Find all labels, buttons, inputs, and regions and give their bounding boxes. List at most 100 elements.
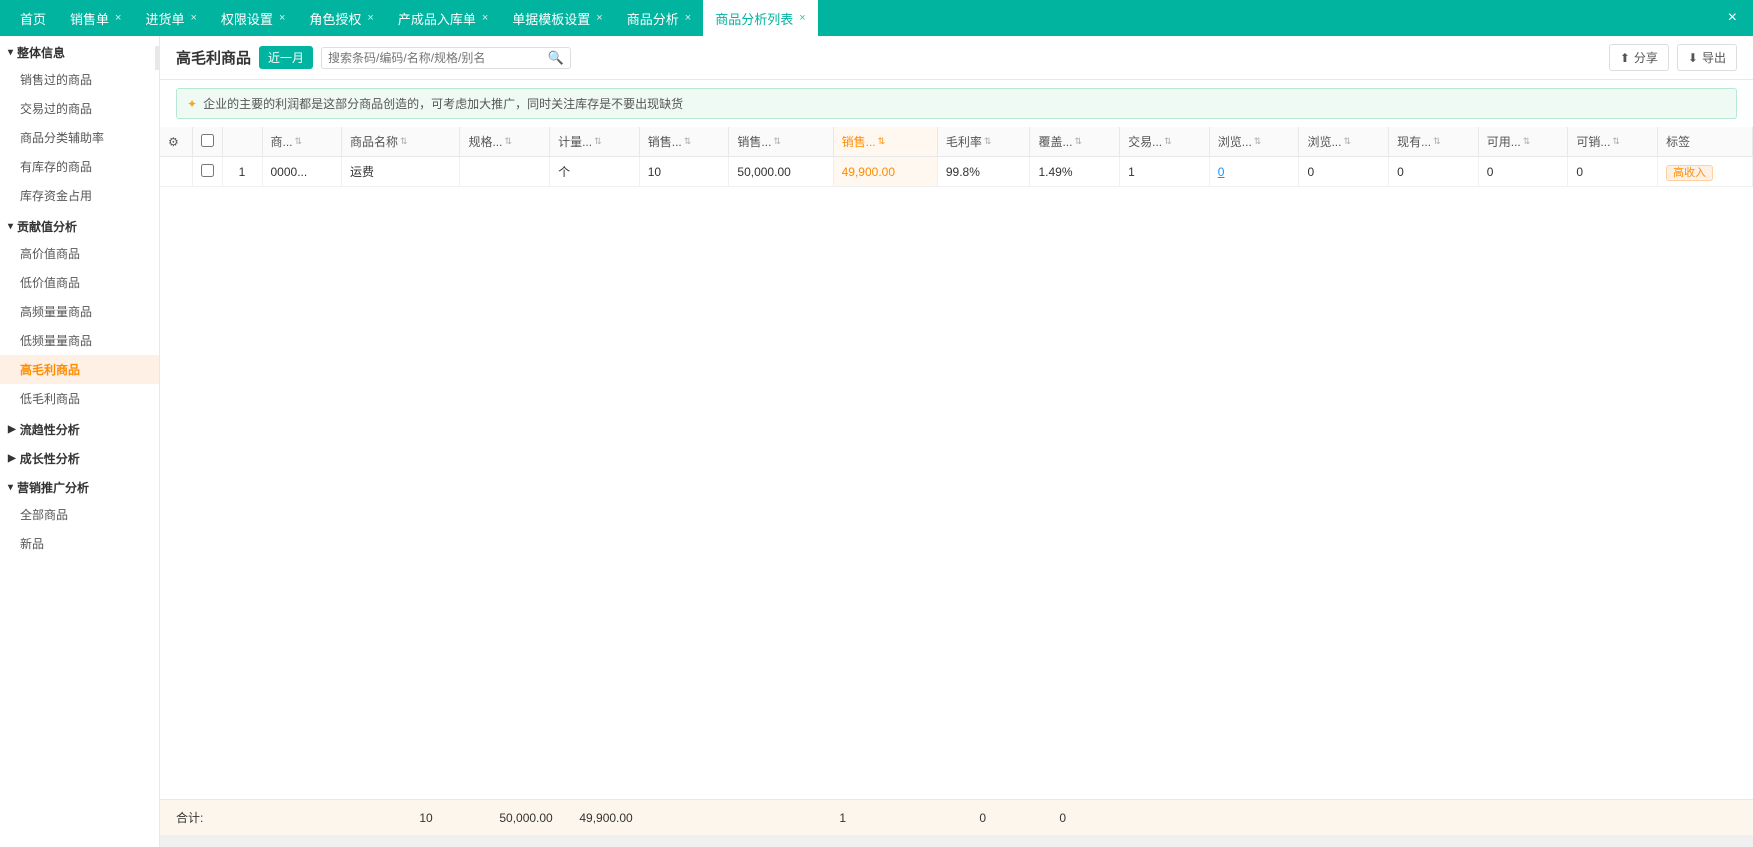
footer-cell-available: 0: [1051, 811, 1131, 825]
sort-icon-saleable[interactable]: ⇅: [1612, 136, 1620, 147]
export-button[interactable]: ⬇ 导出: [1677, 44, 1737, 71]
cell-saleable: 0: [1568, 157, 1658, 187]
page-title: 高毛利商品: [176, 47, 251, 68]
sort-icon-browse2[interactable]: ⇅: [1343, 136, 1351, 147]
col-header-spec[interactable]: 规格... ⇅: [460, 127, 550, 157]
close-tab-analysis[interactable]: ×: [685, 12, 691, 24]
sort-icon-coverage[interactable]: ⇅: [1074, 136, 1082, 147]
search-icon[interactable]: 🔍: [548, 50, 564, 66]
col-header-checkbox[interactable]: [192, 127, 222, 157]
sidebar-collapse-button[interactable]: «: [155, 46, 160, 70]
data-table-container: ⚙ 商... ⇅: [160, 127, 1753, 799]
footer-values: 10 50,000.00 49,900.00 1 0 0: [211, 811, 1737, 825]
footer-cell-sales-amount: 50,000.00: [491, 811, 571, 825]
search-box: 🔍: [321, 47, 571, 69]
sidebar-group-growth[interactable]: ▶ 成长性分析: [0, 442, 159, 471]
col-header-sales-amount[interactable]: 销售... ⇅: [729, 127, 833, 157]
sort-icon-trade[interactable]: ⇅: [1164, 136, 1172, 147]
sort-icon-current-stock[interactable]: ⇅: [1433, 136, 1441, 147]
footer-cell-empty3: [911, 811, 971, 825]
tab-analysis[interactable]: 商品分析 ×: [615, 0, 703, 36]
sidebar-group-wealth[interactable]: ▾ 贡献值分析: [0, 210, 159, 239]
info-banner: ✦ 企业的主要的利润都是这部分商品创造的，可考虑加大推广，同时关注库存是不要出现…: [176, 88, 1737, 119]
sidebar-group-trend[interactable]: ▶ 流趋性分析: [0, 413, 159, 442]
sidebar-item-new-goods[interactable]: 新品: [0, 529, 159, 558]
sort-icon-margin-rate[interactable]: ⇅: [984, 136, 992, 147]
sidebar: « ▾ 整体信息 销售过的商品 交易过的商品 商品分类辅助率 有库存的商品 库存…: [0, 36, 160, 847]
col-header-settings[interactable]: ⚙: [160, 127, 192, 157]
sort-icon-sales-amount[interactable]: ⇅: [773, 136, 781, 147]
sidebar-item-traded-goods[interactable]: 交易过的商品: [0, 94, 159, 123]
share-button[interactable]: ⬆ 分享: [1609, 44, 1669, 71]
settings-icon[interactable]: ⚙: [168, 135, 179, 149]
sidebar-item-high-freq[interactable]: 高频量量商品: [0, 297, 159, 326]
col-header-name[interactable]: 商品名称 ⇅: [342, 127, 460, 157]
col-header-sales-profit[interactable]: 销售... ⇅: [833, 127, 937, 157]
row-checkbox[interactable]: [201, 164, 214, 177]
sidebar-item-low-freq[interactable]: 低频量量商品: [0, 326, 159, 355]
tab-home[interactable]: 首页: [8, 0, 58, 36]
cell-browse2: 0: [1299, 157, 1389, 187]
sidebar-item-low-value[interactable]: 低价值商品: [0, 268, 159, 297]
cell-row-action: [160, 157, 192, 187]
sort-icon-spec[interactable]: ⇅: [504, 136, 512, 147]
tab-template[interactable]: 单据模板设置 ×: [500, 0, 614, 36]
tab-sales[interactable]: 销售单 ×: [58, 0, 133, 36]
sidebar-item-stock-fund[interactable]: 库存资金占用: [0, 181, 159, 210]
search-input[interactable]: [328, 51, 548, 65]
content-header: 高毛利商品 近一月 🔍 ⬆ 分享 ⬇ 导出: [160, 36, 1753, 80]
sort-icon-available[interactable]: ⇅: [1523, 136, 1531, 147]
sort-icon-name[interactable]: ⇅: [400, 136, 408, 147]
close-tab-permission[interactable]: ×: [279, 12, 285, 24]
cell-unit: 个: [550, 157, 640, 187]
footer-cell-sales-qty: 10: [411, 811, 491, 825]
tab-purchase[interactable]: 进货单 ×: [133, 0, 208, 36]
col-header-sales-qty[interactable]: 销售... ⇅: [639, 127, 729, 157]
window-close-button[interactable]: ×: [1720, 9, 1745, 27]
col-header-available[interactable]: 可用... ⇅: [1478, 127, 1568, 157]
col-header-tag[interactable]: 标签: [1658, 127, 1753, 157]
close-tab-analysis-list[interactable]: ×: [799, 12, 805, 24]
cell-checkbox[interactable]: [192, 157, 222, 187]
col-header-current-stock[interactable]: 现有... ⇅: [1389, 127, 1479, 157]
close-tab-role[interactable]: ×: [367, 12, 373, 24]
tab-product-import[interactable]: 产成品入库单 ×: [386, 0, 500, 36]
sidebar-item-sales-goods[interactable]: 销售过的商品: [0, 65, 159, 94]
close-tab-template[interactable]: ×: [596, 12, 602, 24]
sidebar-item-stocked-goods[interactable]: 有库存的商品: [0, 152, 159, 181]
sidebar-group-marketing[interactable]: ▾ 营销推广分析: [0, 471, 159, 500]
sort-icon-sales-profit[interactable]: ⇅: [878, 136, 886, 147]
sidebar-item-all-goods[interactable]: 全部商品: [0, 500, 159, 529]
col-header-unit[interactable]: 计量... ⇅: [550, 127, 640, 157]
sidebar-item-analysis-assist[interactable]: 商品分类辅助率: [0, 123, 159, 152]
sidebar-item-low-margin[interactable]: 低毛利商品: [0, 384, 159, 413]
cell-spec: [460, 157, 550, 187]
sidebar-group-overall[interactable]: ▾ 整体信息: [0, 36, 159, 65]
sort-icon-unit[interactable]: ⇅: [594, 136, 602, 147]
horizontal-scrollbar[interactable]: [160, 835, 1753, 847]
cell-available: 0: [1478, 157, 1568, 187]
export-icon: ⬇: [1688, 51, 1698, 65]
sidebar-item-high-margin[interactable]: 高毛利商品: [0, 355, 159, 384]
col-header-code[interactable]: 商... ⇅: [262, 127, 342, 157]
close-tab-purchase[interactable]: ×: [190, 12, 196, 24]
sidebar-item-high-value[interactable]: 高价值商品: [0, 239, 159, 268]
col-header-margin-rate[interactable]: 毛利率 ⇅: [937, 127, 1030, 157]
filter-recent-month[interactable]: 近一月: [259, 46, 313, 69]
sort-icon-sales-qty[interactable]: ⇅: [684, 136, 692, 147]
col-header-trade[interactable]: 交易... ⇅: [1120, 127, 1210, 157]
col-header-browse1[interactable]: 浏览... ⇅: [1209, 127, 1299, 157]
col-header-saleable[interactable]: 可销... ⇅: [1568, 127, 1658, 157]
cell-browse1[interactable]: 0: [1209, 157, 1299, 187]
cell-sales-amount: 50,000.00: [729, 157, 833, 187]
sort-icon-browse1[interactable]: ⇅: [1254, 136, 1262, 147]
close-tab-product-import[interactable]: ×: [482, 12, 488, 24]
select-all-checkbox[interactable]: [201, 134, 214, 147]
tab-role[interactable]: 角色授权 ×: [297, 0, 385, 36]
col-header-coverage[interactable]: 覆盖... ⇅: [1030, 127, 1120, 157]
col-header-browse2[interactable]: 浏览... ⇅: [1299, 127, 1389, 157]
tab-permission[interactable]: 权限设置 ×: [209, 0, 297, 36]
sort-icon-code[interactable]: ⇅: [295, 136, 303, 147]
tab-analysis-list[interactable]: 商品分析列表 ×: [703, 0, 817, 36]
close-tab-sales[interactable]: ×: [115, 12, 121, 24]
